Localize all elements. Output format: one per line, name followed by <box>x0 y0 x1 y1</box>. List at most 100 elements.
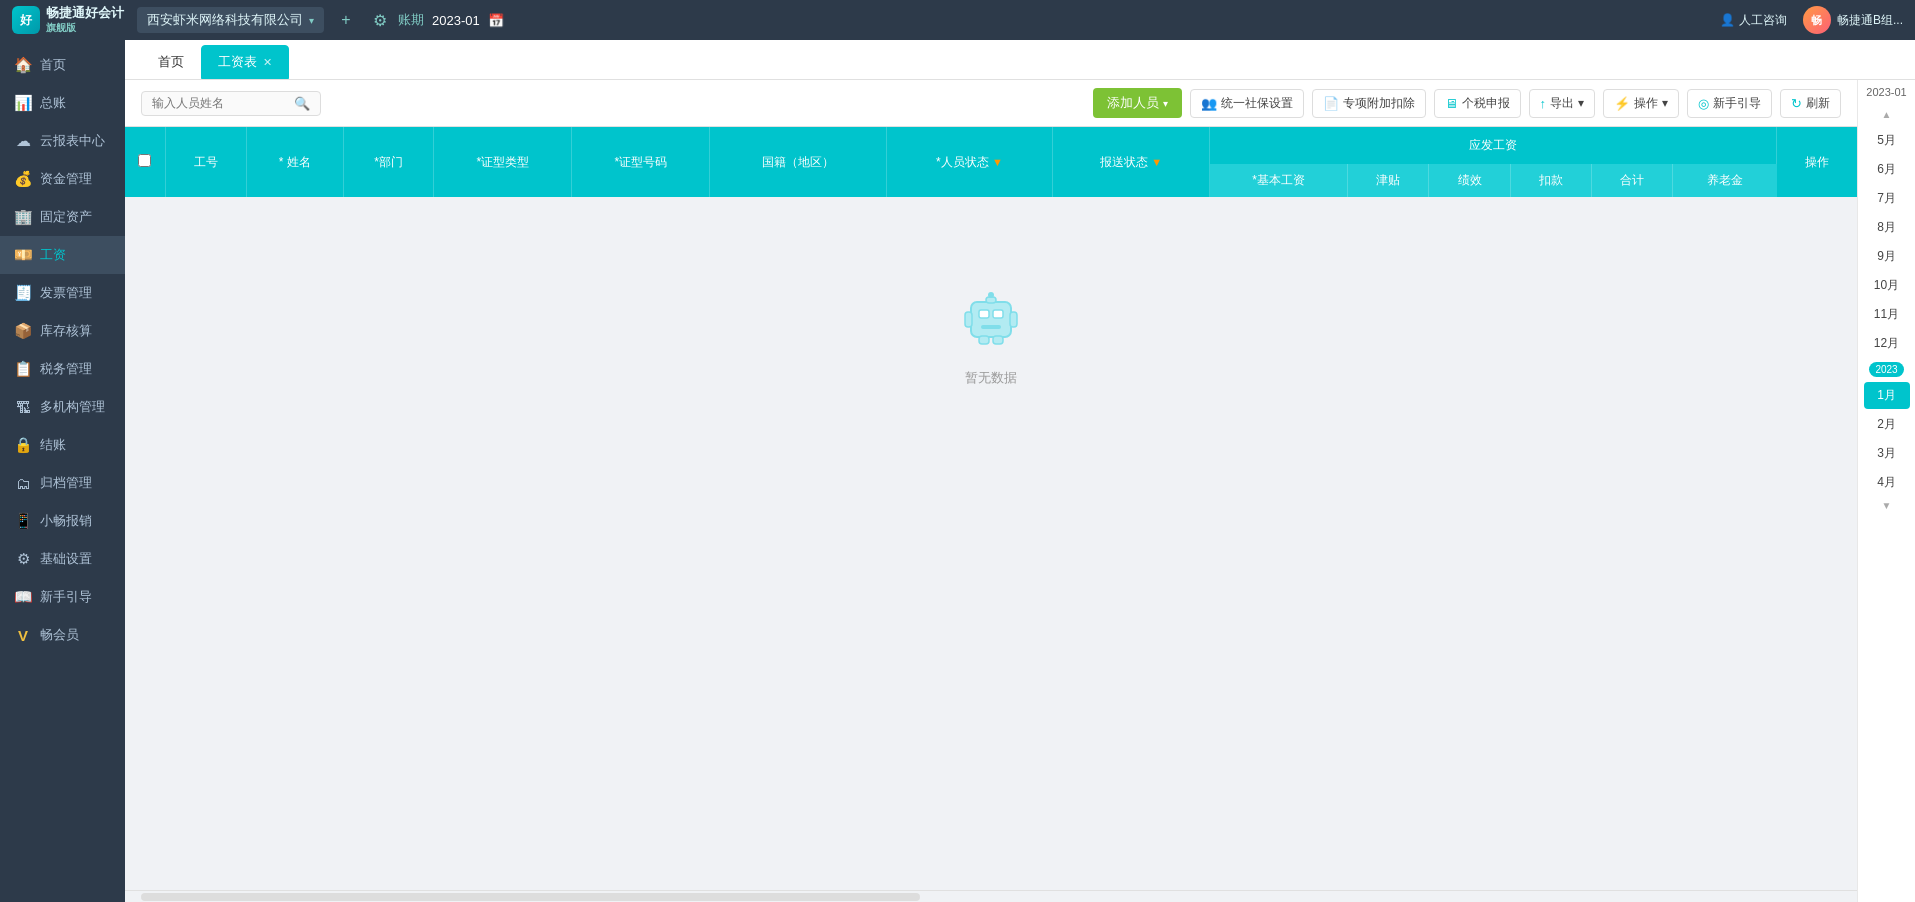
rp-month-2022-5[interactable]: 5月 <box>1864 127 1910 154</box>
sidebar: 🏠 首页 📊 总账 ☁ 云报表中心 💰 资金管理 🏢 固定资产 💴 工资 🧾 发… <box>0 40 125 902</box>
special-deduction-button[interactable]: 📄 专项附加扣除 <box>1312 89 1426 118</box>
support-label: 人工咨询 <box>1739 12 1787 29</box>
header-actions: + ⚙ <box>334 8 392 32</box>
rp-scroll-down[interactable]: ▼ <box>1875 497 1899 513</box>
guide-icon: 📖 <box>14 588 32 606</box>
th-department: *部门 <box>343 127 434 197</box>
home-icon: 🏠 <box>14 56 32 74</box>
rp-month-2023-2[interactable]: 2月 <box>1864 411 1910 438</box>
operation-button[interactable]: ⚡ 操作 ▾ <box>1603 89 1679 118</box>
export-button[interactable]: ↑ 导出 ▾ <box>1529 89 1596 118</box>
table-wrap: 工号 * 姓名 *部门 *证型类型 *证型号码 国籍（地区） *人员状态 ▼ <box>125 127 1857 890</box>
sidebar-item-multi[interactable]: 🏗 多机构管理 <box>0 388 125 426</box>
rp-month-2022-8[interactable]: 8月 <box>1864 214 1910 241</box>
company-dropdown-arrow: ▾ <box>309 15 314 26</box>
logo-text: 畅捷通好会计 <box>46 5 124 21</box>
report-status-filter-icon[interactable]: ▼ <box>1151 156 1162 168</box>
refresh-icon: ↻ <box>1791 96 1802 111</box>
header-right: 👤 人工咨询 畅 畅捷通B组... <box>1720 6 1903 34</box>
rp-month-2022-10[interactable]: 10月 <box>1864 272 1910 299</box>
th-report-status: 报送状态 ▼ <box>1053 127 1210 197</box>
sidebar-item-general[interactable]: 📊 总账 <box>0 84 125 122</box>
sidebar-label-close: 结账 <box>40 436 66 454</box>
search-input[interactable] <box>152 96 288 110</box>
sidebar-item-inventory[interactable]: 📦 库存核算 <box>0 312 125 350</box>
sidebar-item-guide[interactable]: 📖 新手引导 <box>0 578 125 616</box>
sidebar-item-member[interactable]: V 畅会员 <box>0 616 125 654</box>
export-label: 导出 <box>1550 95 1574 112</box>
refresh-button[interactable]: ↻ 刷新 <box>1780 89 1841 118</box>
social-icon: 👥 <box>1201 96 1217 111</box>
social-label: 统一社保设置 <box>1221 95 1293 112</box>
guide-button[interactable]: ◎ 新手引导 <box>1687 89 1772 118</box>
company-selector[interactable]: 西安虾米网络科技有限公司 ▾ <box>137 7 324 33</box>
special-icon: 📄 <box>1323 96 1339 111</box>
rp-scroll-up[interactable]: ▲ <box>1875 106 1899 122</box>
th-allowance: 津贴 <box>1348 164 1429 197</box>
tax-report-icon: 🖥 <box>1445 96 1458 111</box>
rp-month-2023-1[interactable]: 1月 <box>1864 382 1910 409</box>
rp-month-2022-7[interactable]: 7月 <box>1864 185 1910 212</box>
logo-icon: 好 <box>12 6 40 34</box>
scroll-bar[interactable] <box>141 893 920 901</box>
tab-home[interactable]: 首页 <box>141 45 201 79</box>
rp-month-2023-3[interactable]: 3月 <box>1864 440 1910 467</box>
tab-bar: 首页 工资表 ✕ <box>125 40 1915 80</box>
calendar-icon[interactable]: 📅 <box>488 13 504 28</box>
svg-rect-3 <box>981 325 1001 329</box>
user-avatar: 畅 <box>1803 6 1831 34</box>
user-support[interactable]: 👤 人工咨询 <box>1720 12 1787 29</box>
tab-salary-close[interactable]: ✕ <box>263 57 272 68</box>
sidebar-label-archive: 归档管理 <box>40 474 92 492</box>
add-person-button[interactable]: 添加人员 ▾ <box>1093 88 1182 118</box>
tax-icon: 📋 <box>14 360 32 378</box>
main-content: 🔍 添加人员 ▾ 👥 统一社保设置 📄 专项附加 <box>125 80 1915 902</box>
sidebar-item-funds[interactable]: 💰 资金管理 <box>0 160 125 198</box>
cloud-icon: ☁ <box>14 132 32 150</box>
th-id-number: *证型号码 <box>572 127 710 197</box>
sidebar-item-archive[interactable]: 🗂 归档管理 <box>0 464 125 502</box>
social-settings-button[interactable]: 👥 统一社保设置 <box>1190 89 1304 118</box>
add-company-button[interactable]: + <box>334 8 358 32</box>
empty-text: 暂无数据 <box>965 369 1017 387</box>
person-status-filter-icon[interactable]: ▼ <box>992 156 1003 168</box>
member-icon: V <box>14 627 32 644</box>
sidebar-label-basic: 基础设置 <box>40 550 92 568</box>
guide-toolbar-icon: ◎ <box>1698 96 1709 111</box>
tax-report-button[interactable]: 🖥 个税申报 <box>1434 89 1521 118</box>
rp-month-2023-4[interactable]: 4月 <box>1864 469 1910 496</box>
th-checkbox[interactable] <box>125 127 165 197</box>
tax-report-label: 个税申报 <box>1462 95 1510 112</box>
sidebar-item-xiao[interactable]: 📱 小畅报销 <box>0 502 125 540</box>
basic-icon: ⚙ <box>14 550 32 568</box>
multi-icon: 🏗 <box>14 399 32 416</box>
th-person-status: *人员状态 ▼ <box>886 127 1052 197</box>
salary-icon: 💴 <box>14 246 32 264</box>
sidebar-item-fixed[interactable]: 🏢 固定资产 <box>0 198 125 236</box>
rp-month-2022-6[interactable]: 6月 <box>1864 156 1910 183</box>
sidebar-item-home[interactable]: 🏠 首页 <box>0 46 125 84</box>
empty-state: 暂无数据 <box>125 197 1857 467</box>
add-person-label: 添加人员 <box>1107 94 1159 112</box>
sidebar-item-close[interactable]: 🔒 结账 <box>0 426 125 464</box>
toolbar-right: 添加人员 ▾ 👥 统一社保设置 📄 专项附加扣除 🖥 <box>1093 88 1842 118</box>
svg-rect-0 <box>971 302 1011 337</box>
rp-month-2022-9[interactable]: 9月 <box>1864 243 1910 270</box>
support-icon: 👤 <box>1720 13 1735 27</box>
tab-salary[interactable]: 工资表 ✕ <box>201 45 289 79</box>
rp-month-2022-11[interactable]: 11月 <box>1864 301 1910 328</box>
settings-button[interactable]: ⚙ <box>368 8 392 32</box>
sidebar-item-basic[interactable]: ⚙ 基础设置 <box>0 540 125 578</box>
general-icon: 📊 <box>14 94 32 112</box>
close-accounts-icon: 🔒 <box>14 436 32 454</box>
sidebar-item-invoice[interactable]: 🧾 发票管理 <box>0 274 125 312</box>
period-info: 账期 2023-01 📅 <box>398 11 504 29</box>
logo-text-group: 畅捷通好会计 旗舰版 <box>46 5 124 35</box>
select-all-checkbox[interactable] <box>138 154 151 167</box>
sidebar-item-cloud[interactable]: ☁ 云报表中心 <box>0 122 125 160</box>
sidebar-item-salary[interactable]: 💴 工资 <box>0 236 125 274</box>
user-avatar-area[interactable]: 畅 畅捷通B组... <box>1803 6 1903 34</box>
th-deduction: 扣款 <box>1510 164 1591 197</box>
sidebar-item-tax[interactable]: 📋 税务管理 <box>0 350 125 388</box>
rp-month-2022-12[interactable]: 12月 <box>1864 330 1910 357</box>
